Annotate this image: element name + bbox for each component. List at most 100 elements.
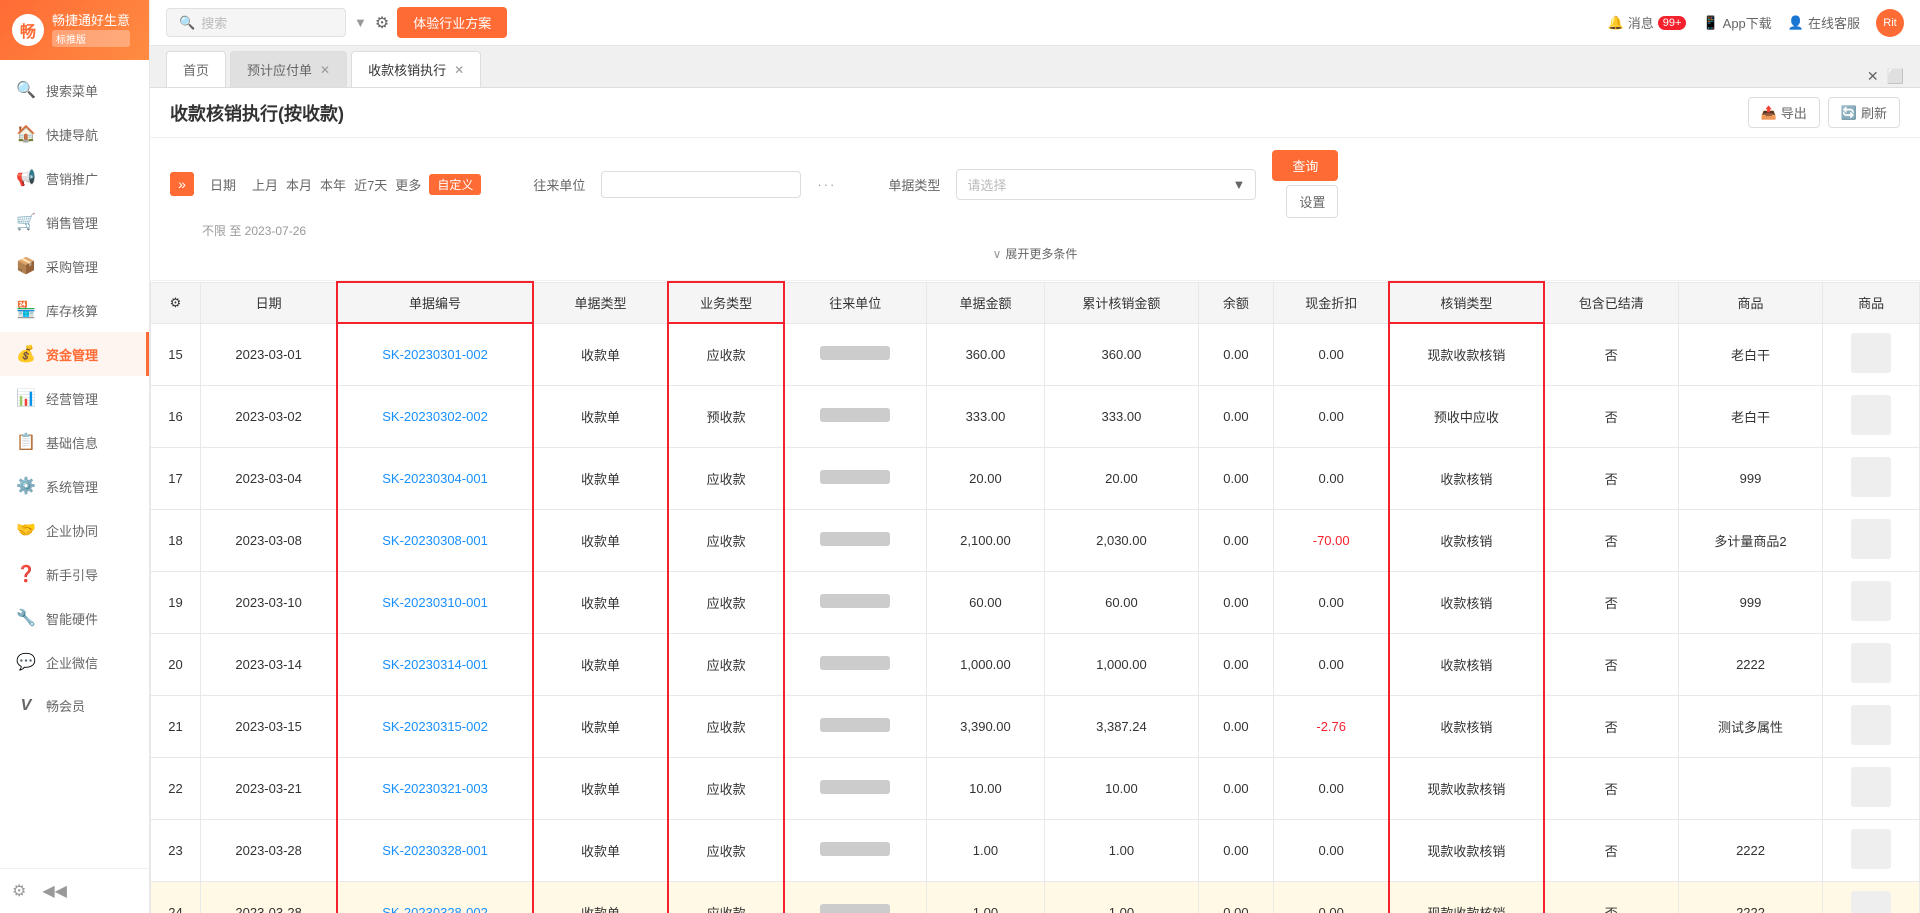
tab-collect-close-icon[interactable]: ✕: [454, 63, 464, 77]
settings-bottom-icon[interactable]: ⚙: [12, 881, 26, 901]
system-icon: ⚙️: [16, 476, 36, 496]
date-option-last-month[interactable]: 上月: [252, 175, 278, 194]
cell-include-settled: 否: [1544, 447, 1679, 509]
cell-amount: 333.00: [926, 385, 1045, 447]
cell-include-settled: 否: [1544, 385, 1679, 447]
close-all-icon[interactable]: ✕: [1867, 68, 1879, 85]
cell-order-no: SK-20230308-001: [337, 509, 533, 571]
gear-settings-icon[interactable]: ⚙: [375, 13, 389, 33]
filter-toggle-button[interactable]: »: [170, 172, 194, 196]
sidebar-item-newbie[interactable]: ❓ 新手引导: [0, 552, 149, 596]
page-actions: 📤 导出 🔄 刷新: [1748, 97, 1900, 128]
cell-partner: [784, 509, 926, 571]
cell-date: 2023-03-14: [201, 633, 338, 695]
cell-cancel-type: 现款收款核销: [1389, 323, 1544, 385]
cell-product2: [1823, 571, 1920, 633]
sidebar-item-wechat[interactable]: 💬 企业微信: [0, 640, 149, 684]
sidebar-item-quicknav[interactable]: 🏠 快捷导航: [0, 112, 149, 156]
app-download-label: App下载: [1723, 13, 1772, 32]
cell-partner: [784, 633, 926, 695]
sidebar-item-member[interactable]: V 畅会员: [0, 684, 149, 727]
cell-biz-type: 应收款: [668, 757, 784, 819]
cell-balance: 0.00: [1198, 633, 1274, 695]
sidebar-item-operations[interactable]: 📊 经营管理: [0, 376, 149, 420]
th-product2: 商品: [1823, 282, 1920, 323]
cell-product: 999: [1678, 447, 1823, 509]
cell-doc-type: 收款单: [533, 633, 668, 695]
tab-prepay-close-icon[interactable]: ✕: [320, 63, 330, 77]
expand-more-button[interactable]: ∨ 展开更多条件: [170, 239, 1900, 268]
cell-date: 2023-03-28: [201, 881, 338, 913]
sidebar-item-hardware[interactable]: 🔧 智能硬件: [0, 596, 149, 640]
date-option-custom[interactable]: 自定义: [429, 174, 481, 195]
filter-bar: » 日期 上月 本月 本年 近7天 更多 自定义 往来单位 ··· 单据类型 请…: [150, 138, 1920, 281]
table-row: 21 2023-03-15 SK-20230315-002 收款单 应收款 3,…: [151, 695, 1920, 757]
sidebar-item-label: 企业协同: [46, 521, 98, 540]
online-service-action[interactable]: 👤 在线客服: [1788, 13, 1860, 32]
page-title: 收款核销执行(按收款): [170, 100, 344, 126]
logo-icon: 畅: [12, 14, 44, 46]
sidebar-bottom: ⚙ ◀◀: [0, 868, 149, 913]
date-option-this-year[interactable]: 本年: [320, 175, 346, 194]
cell-partner: [784, 757, 926, 819]
tab-collect[interactable]: 收款核销执行 ✕: [351, 51, 481, 87]
export-button[interactable]: 📤 导出: [1748, 97, 1820, 128]
sidebar-item-system[interactable]: ⚙️ 系统管理: [0, 464, 149, 508]
date-range-row: 不限 至 2023-07-26: [170, 222, 1900, 239]
table-row: 24 2023-03-28 SK-20230328-002 收款单 应收款 1.…: [151, 881, 1920, 913]
sidebar-item-label: 系统管理: [46, 477, 98, 496]
tab-prepay[interactable]: 预计应付单 ✕: [230, 51, 347, 87]
th-cancel-type: 核销类型: [1389, 282, 1544, 323]
search-icon: 🔍: [16, 80, 36, 100]
sidebar-item-inventory[interactable]: 🏪 库存核算: [0, 288, 149, 332]
doc-type-select[interactable]: 请选择 ▼: [956, 169, 1256, 200]
date-option-7days[interactable]: 近7天: [354, 175, 387, 194]
solution-button[interactable]: 体验行业方案: [397, 7, 507, 38]
cell-date: 2023-03-15: [201, 695, 338, 757]
sidebar-item-basic[interactable]: 📋 基础信息: [0, 420, 149, 464]
cell-cash-discount: -70.00: [1274, 509, 1389, 571]
sidebar-item-search[interactable]: 🔍 搜索菜单: [0, 68, 149, 112]
cell-amount: 60.00: [926, 571, 1045, 633]
cell-amount: 20.00: [926, 447, 1045, 509]
app-download-action[interactable]: 📱 App下载: [1702, 13, 1771, 32]
date-option-more[interactable]: 更多: [395, 175, 421, 194]
collapse-icon[interactable]: ◀◀: [42, 881, 67, 901]
table-row: 20 2023-03-14 SK-20230314-001 收款单 应收款 1,…: [151, 633, 1920, 695]
top-bar-right: 🔔 消息 99+ 📱 App下载 👤 在线客服 Rit: [1608, 9, 1904, 37]
cell-cancel-type: 收款核销: [1389, 509, 1544, 571]
top-bar-search[interactable]: 🔍 搜索: [166, 8, 346, 37]
cell-order-no: SK-20230301-002: [337, 323, 533, 385]
date-option-this-month[interactable]: 本月: [286, 175, 312, 194]
cell-date: 2023-03-28: [201, 819, 338, 881]
cell-doc-type: 收款单: [533, 819, 668, 881]
cell-date: 2023-03-02: [201, 385, 338, 447]
cell-cash-discount: 0.00: [1274, 881, 1389, 913]
marketing-icon: 📢: [16, 168, 36, 188]
tab-home[interactable]: 首页: [166, 51, 226, 87]
sidebar-item-enterprise[interactable]: 🤝 企业协同: [0, 508, 149, 552]
sidebar-item-label: 经营管理: [46, 389, 98, 408]
cell-biz-type: 应收款: [668, 633, 784, 695]
cell-product: 老白干: [1678, 385, 1823, 447]
notifications-action[interactable]: 🔔 消息 99+: [1608, 13, 1687, 32]
sidebar-item-purchase[interactable]: 📦 采购管理: [0, 244, 149, 288]
cell-cash-discount: 0.00: [1274, 633, 1389, 695]
th-gear[interactable]: ⚙: [151, 282, 201, 323]
table-container[interactable]: ⚙ 日期 单据编号 单据类型 业务类型 往来单位 单据金额 累计核销金额 余额 …: [150, 281, 1920, 913]
query-button[interactable]: 查询: [1272, 150, 1338, 181]
sidebar-item-marketing[interactable]: 📢 营销推广: [0, 156, 149, 200]
partner-filter-input[interactable]: [601, 171, 801, 198]
cell-biz-type: 应收款: [668, 323, 784, 385]
user-avatar-action[interactable]: Rit: [1876, 9, 1904, 37]
sidebar-item-finance[interactable]: 💰 资金管理: [0, 332, 149, 376]
mobile-icon: 📱: [1702, 15, 1718, 31]
cell-cash-discount: 0.00: [1274, 385, 1389, 447]
hardware-icon: 🔧: [16, 608, 36, 628]
newbie-icon: ❓: [16, 564, 36, 584]
refresh-button[interactable]: 🔄 刷新: [1828, 97, 1900, 128]
sidebar-item-sales[interactable]: 🛒 销售管理: [0, 200, 149, 244]
sidebar-item-label: 搜索菜单: [46, 81, 98, 100]
maximize-icon[interactable]: ⬜: [1887, 68, 1904, 85]
filter-settings-button[interactable]: 设置: [1286, 185, 1338, 218]
